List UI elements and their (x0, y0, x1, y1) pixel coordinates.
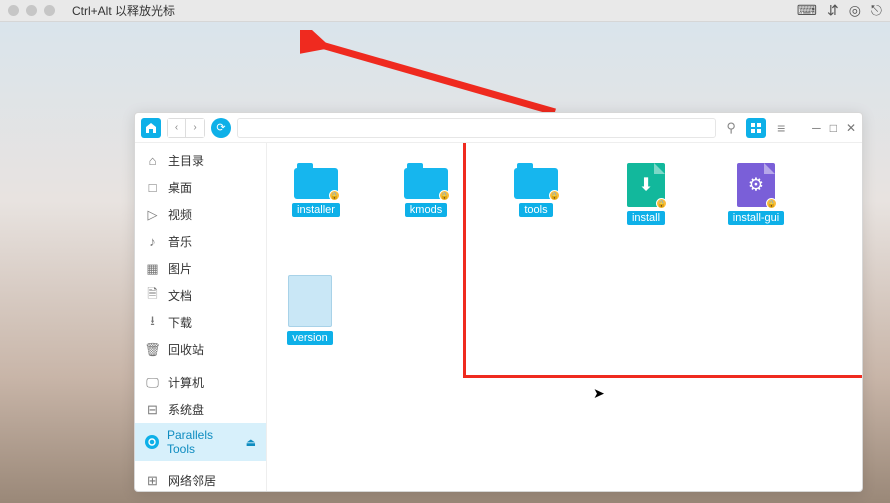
lock-badge-icon: 🔒 (439, 190, 450, 201)
music-icon: ♪ (145, 234, 160, 249)
sidebar-item-downloads[interactable]: ⭳ 下载 (135, 309, 266, 336)
executable-icon: ⚙🔒 (737, 163, 775, 207)
traffic-min[interactable] (26, 5, 37, 16)
sidebar-item-videos[interactable]: ▷ 视频 (135, 201, 266, 228)
executable-icon: ⬇🔒 (627, 163, 665, 207)
file-item-version[interactable]: version (281, 275, 339, 345)
target-icon[interactable]: ◎ (849, 2, 861, 19)
file-manager-body: ⌂ 主目录 □ 桌面 ▷ 视频 ♪ 音乐 ▦ 图片 🗎 文档 ⭳ 下载 🗑 回收站 🖵 计算机 ⊟… (135, 143, 862, 491)
nav-buttons: ‹ › (167, 118, 205, 138)
sidebar-item-network[interactable]: ⊞ 网络邻居 (135, 467, 266, 491)
file-manager-window: ‹ › ⟳ ⚲ ≡ ─ □ ✕ ⌂ 主目录 □ 桌面 ▷ 视频 ♪ 音乐 ▦ 图片 🗎 文档… (134, 112, 863, 492)
sidebar-item-label: 图片 (168, 260, 192, 277)
sidebar-item-label: 系统盘 (168, 401, 204, 418)
home-icon: ⌂ (145, 153, 160, 168)
lock-badge-icon: 🔒 (656, 198, 667, 209)
sidebar-item-documents[interactable]: 🗎 文档 (135, 282, 266, 309)
network-icon: ⊞ (145, 473, 160, 488)
mac-titlebar: Ctrl+Alt 以释放光标 ⌨ ⇵ ◎ ⎋ (0, 0, 890, 22)
traffic-close[interactable] (8, 5, 19, 16)
forward-button[interactable]: › (186, 119, 204, 137)
lock-badge-icon: 🔒 (329, 190, 340, 201)
window-title: Ctrl+Alt 以释放光标 (72, 2, 175, 19)
icon-view-button[interactable] (746, 118, 766, 138)
sidebar-item-label: Parallels Tools (167, 428, 238, 456)
file-label: installer (292, 203, 340, 217)
sidebar-item-label: 文档 (168, 287, 192, 304)
sidebar-item-parallels-tools[interactable]: Parallels Tools ⏏ (135, 423, 266, 461)
exit-icon[interactable]: ⎋ (871, 2, 882, 19)
traffic-max[interactable] (44, 5, 55, 16)
refresh-button[interactable]: ⟳ (211, 118, 231, 138)
sidebar-item-label: 计算机 (168, 374, 204, 391)
mouse-cursor-icon: ➤ (593, 385, 605, 402)
text-file-icon (288, 275, 332, 327)
desktop-icon: □ (145, 180, 160, 195)
toolbar: ‹ › ⟳ ⚲ ≡ ─ □ ✕ (135, 113, 862, 143)
search-icon[interactable]: ⚲ (722, 120, 740, 136)
window-controls: ─ □ ✕ (812, 121, 856, 135)
gears-icon: ⚙ (748, 175, 764, 196)
minimize-button[interactable]: ─ (812, 121, 821, 135)
lock-badge-icon: 🔒 (549, 190, 560, 201)
sidebar: ⌂ 主目录 □ 桌面 ▷ 视频 ♪ 音乐 ▦ 图片 🗎 文档 ⭳ 下载 🗑 回收站 🖵 计算机 ⊟… (135, 143, 267, 491)
video-icon: ▷ (145, 207, 160, 222)
sidebar-item-pictures[interactable]: ▦ 图片 (135, 255, 266, 282)
sidebar-item-label: 网络邻居 (168, 472, 216, 489)
file-label: tools (519, 203, 552, 217)
sidebar-item-home[interactable]: ⌂ 主目录 (135, 147, 266, 174)
address-bar[interactable] (237, 118, 716, 138)
file-label: kmods (405, 203, 447, 217)
sidebar-item-label: 下载 (168, 314, 192, 331)
sidebar-item-label: 桌面 (168, 179, 192, 196)
trash-icon: 🗑 (145, 342, 160, 357)
usb-icon[interactable]: ⇵ (827, 2, 839, 19)
file-label: install (627, 211, 665, 225)
computer-icon: 🖵 (145, 375, 160, 390)
lock-badge-icon: 🔒 (766, 198, 777, 209)
maximize-button[interactable]: □ (830, 121, 837, 135)
file-label: install-gui (728, 211, 784, 225)
file-item-kmods[interactable]: 🔒 kmods (397, 163, 455, 225)
sidebar-item-system-disk[interactable]: ⊟ 系统盘 (135, 396, 266, 423)
file-item-installer[interactable]: 🔒 installer (287, 163, 345, 225)
sidebar-item-label: 视频 (168, 206, 192, 223)
eject-icon[interactable]: ⏏ (246, 436, 256, 449)
sidebar-item-desktop[interactable]: □ 桌面 (135, 174, 266, 201)
sidebar-item-trash[interactable]: 🗑 回收站 (135, 336, 266, 363)
annotation-arrow (300, 30, 560, 120)
titlebar-right-icons: ⌨ ⇵ ◎ ⎋ (797, 2, 882, 19)
list-view-button[interactable]: ≡ (772, 120, 790, 136)
home-button[interactable] (141, 118, 161, 138)
keyboard-icon[interactable]: ⌨ (797, 2, 817, 19)
sidebar-item-computer[interactable]: 🖵 计算机 (135, 369, 266, 396)
folder-icon: 🔒 (514, 163, 558, 199)
file-grid-area[interactable]: 🔒 installer 🔒 kmods 🔒 tools ⬇🔒 install ⚙… (267, 143, 862, 491)
disc-icon (145, 435, 159, 450)
folder-icon: 🔒 (404, 163, 448, 199)
back-button[interactable]: ‹ (168, 119, 186, 137)
file-label: version (287, 331, 332, 345)
download-icon: ⭳ (145, 315, 160, 330)
file-item-install-gui[interactable]: ⚙🔒 install-gui (727, 163, 785, 225)
disk-icon: ⊟ (145, 402, 160, 417)
sidebar-item-label: 主目录 (168, 152, 204, 169)
close-button[interactable]: ✕ (846, 121, 856, 135)
folder-icon: 🔒 (294, 163, 338, 199)
sidebar-item-music[interactable]: ♪ 音乐 (135, 228, 266, 255)
image-icon: ▦ (145, 261, 160, 276)
file-item-install[interactable]: ⬇🔒 install (617, 163, 675, 225)
file-item-tools[interactable]: 🔒 tools (507, 163, 565, 225)
file-grid: 🔒 installer 🔒 kmods 🔒 tools ⬇🔒 install ⚙… (281, 163, 848, 345)
doc-icon: 🗎 (145, 288, 160, 303)
sidebar-item-label: 回收站 (168, 341, 204, 358)
download-arrow-icon: ⬇ (638, 175, 653, 196)
sidebar-item-label: 音乐 (168, 233, 192, 250)
